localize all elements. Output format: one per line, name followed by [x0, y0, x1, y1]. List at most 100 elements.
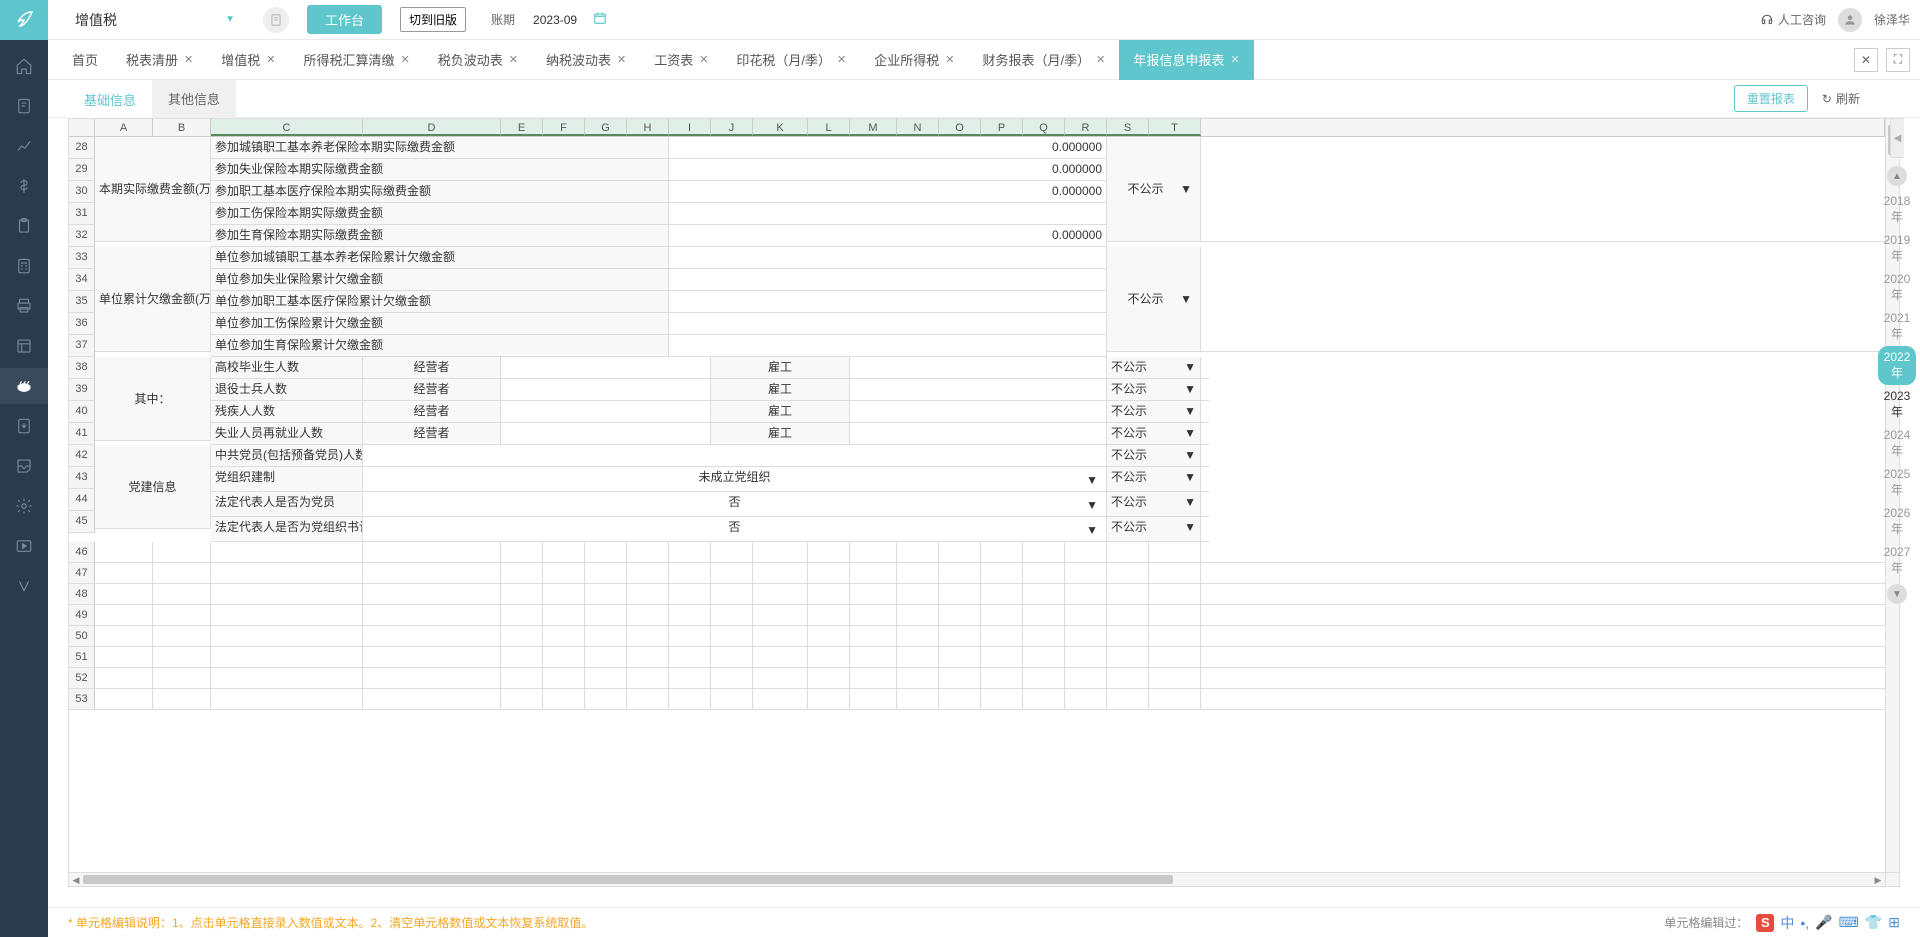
row-number[interactable]: 46: [69, 542, 95, 563]
cell[interactable]: [711, 668, 753, 689]
cell[interactable]: [363, 563, 501, 584]
tab-payment[interactable]: 纳税波动表✕: [532, 40, 640, 80]
row-number[interactable]: 42: [69, 445, 95, 467]
year-option[interactable]: 2025年: [1878, 463, 1916, 502]
close-icon[interactable]: ✕: [509, 53, 518, 66]
year-option[interactable]: 2024年: [1878, 424, 1916, 463]
nav-money[interactable]: [0, 168, 48, 204]
nav-bowl[interactable]: [0, 368, 48, 404]
group-label-cell[interactable]: 党建信息: [95, 445, 211, 529]
employ-cell[interactable]: 雇工: [711, 401, 850, 423]
row-number[interactable]: 38: [69, 357, 95, 379]
cell[interactable]: [669, 542, 711, 563]
col-header[interactable]: K: [753, 119, 808, 136]
row-number[interactable]: 40: [69, 401, 95, 423]
cell[interactable]: [939, 626, 981, 647]
item-label-cell[interactable]: 单位参加生育保险累计欠缴金额: [211, 335, 669, 357]
item-label-cell[interactable]: 单位参加失业保险累计欠缴金额: [211, 269, 669, 291]
value-cell[interactable]: 0.000000: [669, 181, 1107, 203]
year-option[interactable]: 2027年: [1878, 541, 1916, 580]
item-label-cell[interactable]: 参加城镇职工基本养老保险本期实际缴费金额: [211, 137, 669, 159]
group-label-cell[interactable]: 单位累计欠缴金额(万元): [95, 247, 211, 352]
year-option[interactable]: 2019年: [1878, 229, 1916, 268]
col-header[interactable]: T: [1149, 119, 1201, 136]
cell[interactable]: [939, 689, 981, 710]
ime-punct-icon[interactable]: •,: [1800, 915, 1809, 931]
cell[interactable]: [1149, 563, 1201, 584]
employ-cell[interactable]: 雇工: [711, 423, 850, 445]
value-cell[interactable]: 0.000000: [669, 137, 1107, 159]
cell[interactable]: [211, 647, 363, 668]
cell[interactable]: [501, 584, 543, 605]
disclosure-dropdown[interactable]: 不公示▼: [1107, 517, 1201, 542]
col-header[interactable]: D: [363, 119, 501, 136]
cell[interactable]: [363, 605, 501, 626]
cell[interactable]: [153, 563, 211, 584]
cell-empty[interactable]: [1201, 423, 1209, 445]
cell[interactable]: [1065, 584, 1107, 605]
cell[interactable]: [627, 668, 669, 689]
cell[interactable]: [753, 542, 808, 563]
refresh-button[interactable]: ↻ 刷新: [1822, 90, 1860, 107]
cell[interactable]: [1023, 668, 1065, 689]
tab-vat[interactable]: 增值税✕: [207, 40, 289, 80]
col-header[interactable]: C: [211, 119, 363, 136]
cell[interactable]: [153, 605, 211, 626]
cell[interactable]: [543, 647, 585, 668]
cell[interactable]: [543, 542, 585, 563]
disclosure-dropdown[interactable]: 不公示▼: [1107, 492, 1201, 517]
cell-empty[interactable]: [1201, 445, 1209, 467]
cell[interactable]: [153, 542, 211, 563]
col-header[interactable]: B: [153, 119, 211, 136]
close-all-button[interactable]: ✕: [1854, 48, 1878, 72]
tab-corp[interactable]: 企业所得税✕: [860, 40, 968, 80]
cell[interactable]: [897, 668, 939, 689]
col-header[interactable]: O: [939, 119, 981, 136]
value-cell[interactable]: [501, 401, 711, 423]
close-icon[interactable]: ✕: [266, 53, 275, 66]
cell[interactable]: [501, 689, 543, 710]
year-option[interactable]: 2020年: [1878, 268, 1916, 307]
cell[interactable]: [95, 647, 153, 668]
item-label-cell[interactable]: 法定代表人是否为党组织书记: [211, 517, 363, 542]
cell-empty[interactable]: [1201, 492, 1209, 517]
operator-cell[interactable]: 经营者: [363, 379, 501, 401]
nav-video[interactable]: [0, 528, 48, 564]
cell[interactable]: [1023, 563, 1065, 584]
row-number[interactable]: 52: [69, 668, 95, 689]
cell[interactable]: [939, 647, 981, 668]
close-icon[interactable]: ✕: [837, 53, 846, 66]
nav-settings[interactable]: [0, 488, 48, 524]
col-header[interactable]: H: [627, 119, 669, 136]
row-number[interactable]: 29: [69, 159, 95, 181]
col-header[interactable]: M: [850, 119, 897, 136]
cell[interactable]: [1107, 668, 1149, 689]
cell[interactable]: [95, 563, 153, 584]
ime-tool-icon[interactable]: ⊞: [1888, 914, 1900, 931]
col-header[interactable]: Q: [1023, 119, 1065, 136]
col-header[interactable]: P: [981, 119, 1023, 136]
cell[interactable]: [211, 605, 363, 626]
col-header[interactable]: S: [1107, 119, 1149, 136]
subtab-other[interactable]: 其他信息: [152, 80, 236, 118]
subtab-basic[interactable]: 基础信息: [68, 80, 152, 118]
row-number[interactable]: 37: [69, 335, 95, 357]
tab-home[interactable]: 首页: [58, 40, 112, 80]
cell[interactable]: [981, 689, 1023, 710]
cell[interactable]: [627, 542, 669, 563]
cell[interactable]: [711, 626, 753, 647]
close-icon[interactable]: ✕: [617, 53, 626, 66]
row-number[interactable]: 34: [69, 269, 95, 291]
cell[interactable]: [753, 584, 808, 605]
cell[interactable]: [850, 542, 897, 563]
cell[interactable]: [981, 584, 1023, 605]
horizontal-scrollbar[interactable]: ◀ ▶: [69, 872, 1885, 886]
year-up-button[interactable]: ▲: [1887, 166, 1907, 186]
cell-empty[interactable]: [1201, 467, 1209, 492]
item-label-cell[interactable]: 中共党员(包括预备党员)人数: [211, 445, 363, 467]
tab-salary[interactable]: 工资表✕: [640, 40, 722, 80]
value-cell[interactable]: [363, 445, 1107, 467]
cell[interactable]: [1149, 584, 1201, 605]
item-label-cell[interactable]: 失业人员再就业人数: [211, 423, 363, 445]
employ-cell[interactable]: 雇工: [711, 379, 850, 401]
